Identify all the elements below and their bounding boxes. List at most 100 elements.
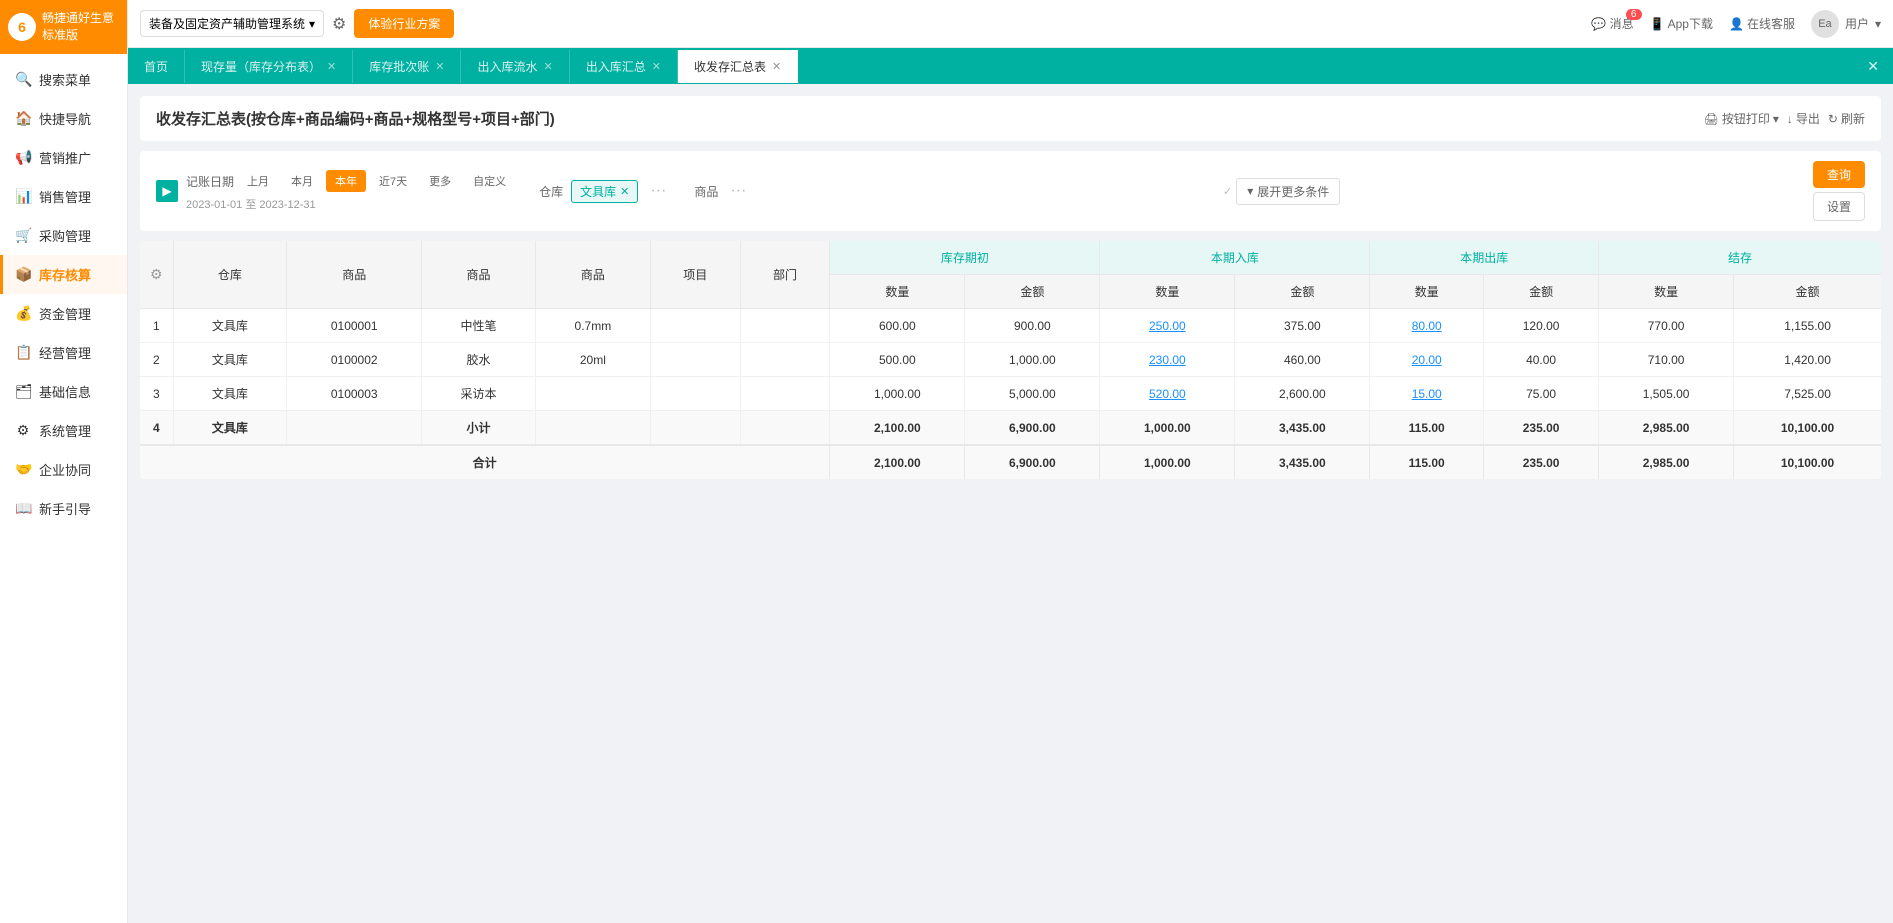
tab-flow[interactable]: 出入库流水 ✕	[461, 50, 569, 83]
filter-collapse-btn[interactable]: ▶	[156, 180, 178, 202]
table-cell: 1,000.00	[1100, 411, 1235, 446]
sidebar-item-guide[interactable]: 📖 新手引导	[0, 489, 127, 528]
table-cell	[740, 309, 830, 343]
page-title-bar: 收发存汇总表(按仓库+商品编码+商品+规格型号+项目+部门) 🖨 按钮打印 ▾ …	[140, 96, 1881, 141]
app-download[interactable]: 📱 App下载	[1650, 15, 1713, 32]
settings-button[interactable]: 设置	[1813, 192, 1865, 221]
date-btn-this-year[interactable]: 本年	[326, 170, 366, 192]
table-cell: 中性笔	[422, 309, 536, 343]
table-cell: 2,985.00	[1599, 411, 1734, 446]
table-cell	[650, 377, 740, 411]
table-cell[interactable]: 230.00	[1100, 343, 1235, 377]
sidebar-item-purchase[interactable]: 🛒 采购管理	[0, 216, 127, 255]
table-cell: 4	[140, 411, 173, 446]
table-cell: 胶水	[422, 343, 536, 377]
table-cell: 1,155.00	[1734, 309, 1881, 343]
table-cell: 0100001	[287, 309, 422, 343]
corp-icon: 🤝	[15, 461, 31, 478]
table-cell: 770.00	[1599, 309, 1734, 343]
tab-stock-dist[interactable]: 现存量（库存分布表） ✕	[185, 50, 353, 83]
th-end-qty: 数量	[1599, 275, 1734, 309]
table-cell[interactable]: 20.00	[1370, 343, 1484, 377]
tab-batch[interactable]: 库存批次账 ✕	[353, 50, 461, 83]
refresh-button[interactable]: ↻ 刷新	[1828, 110, 1865, 127]
th-out-amt: 金额	[1484, 275, 1599, 309]
footer-qty-end: 2,985.00	[1599, 445, 1734, 479]
table-cell[interactable]: 80.00	[1370, 309, 1484, 343]
warehouse-tag-remove[interactable]: ✕	[620, 185, 629, 198]
tab-summary[interactable]: 出入库汇总 ✕	[570, 50, 678, 83]
sidebar-item-operation[interactable]: 📋 经营管理	[0, 333, 127, 372]
sidebar-item-finance[interactable]: 💰 资金管理	[0, 294, 127, 333]
tab-close-summary[interactable]: ✕	[652, 60, 661, 73]
table-cell: 1	[140, 309, 173, 343]
tab-close-batch[interactable]: ✕	[435, 60, 444, 73]
data-table-wrap: ⚙ 仓库 商品 商品 商品 项目 部门 库存期初 本期入库 本期出库 结存 数量	[140, 241, 1881, 479]
notification-icon: 💬	[1591, 17, 1606, 31]
table-cell[interactable]: 15.00	[1370, 377, 1484, 411]
experience-button[interactable]: 体验行业方案	[354, 9, 454, 38]
purchase-icon: 🛒	[15, 227, 31, 244]
date-btn-last-month[interactable]: 上月	[238, 170, 278, 192]
table-cell: 采访本	[422, 377, 536, 411]
table-cell: 40.00	[1484, 343, 1599, 377]
warehouse-tag: 文具库 ✕	[571, 180, 638, 203]
th-gear[interactable]: ⚙	[140, 241, 173, 309]
sidebar-item-system[interactable]: ⚙ 系统管理	[0, 411, 127, 450]
marketing-icon: 📢	[15, 149, 31, 166]
tab-close-flow[interactable]: ✕	[544, 60, 553, 73]
table-cell	[650, 411, 740, 446]
goods-more-btn[interactable]: ···	[726, 182, 750, 200]
sidebar-item-marketing[interactable]: 📢 营销推广	[0, 138, 127, 177]
expand-check-icon: ✓	[1223, 185, 1232, 198]
sidebar-item-search[interactable]: 🔍 搜索菜单	[0, 60, 127, 99]
tab-close-stock-dist[interactable]: ✕	[327, 60, 336, 73]
table-cell: 3,435.00	[1235, 411, 1370, 446]
mobile-icon: 📱	[1650, 17, 1665, 31]
inventory-icon: 📦	[15, 266, 31, 283]
user-area[interactable]: Ea 用户 ▾	[1811, 10, 1881, 38]
table-cell[interactable]: 250.00	[1100, 309, 1235, 343]
logo-icon: 6	[8, 13, 36, 41]
table-body: 1文具库0100001中性笔0.7mm600.00900.00250.00375…	[140, 309, 1881, 446]
gear-icon[interactable]: ⚙	[332, 14, 346, 34]
footer-label: 合计	[140, 445, 830, 479]
export-button[interactable]: ↓ 导出	[1787, 110, 1820, 127]
date-filter: 记账日期 上月 本月 本年 近7天 更多 自定义 2023-01-01 至 20…	[186, 170, 515, 212]
sidebar-item-corp[interactable]: 🤝 企业协同	[0, 450, 127, 489]
table-cell: 120.00	[1484, 309, 1599, 343]
date-btn-this-month[interactable]: 本月	[282, 170, 322, 192]
table-cell: 900.00	[965, 309, 1100, 343]
tab-home[interactable]: 首页	[128, 50, 185, 83]
logo-text: 畅捷通好生意 标准版	[42, 10, 114, 44]
sidebar-item-sales[interactable]: 📊 销售管理	[0, 177, 127, 216]
table-cell	[287, 411, 422, 446]
tab-close-recv-send[interactable]: ✕	[772, 60, 781, 73]
th-out-qty: 数量	[1370, 275, 1484, 309]
column-settings-icon[interactable]: ⚙	[150, 266, 163, 282]
tab-recv-send[interactable]: 收发存汇总表 ✕	[678, 50, 798, 83]
operation-icon: 📋	[15, 344, 31, 361]
online-service[interactable]: 👤 在线客服	[1729, 15, 1795, 32]
table-cell: 75.00	[1484, 377, 1599, 411]
sidebar-item-inventory[interactable]: 📦 库存核算	[0, 255, 127, 294]
table-cell[interactable]: 520.00	[1100, 377, 1235, 411]
date-btn-7days[interactable]: 近7天	[370, 170, 416, 192]
warehouse-more-btn[interactable]: ···	[646, 182, 670, 200]
sidebar-item-basic[interactable]: 🗂 基础信息	[0, 372, 127, 411]
footer-amt-out: 235.00	[1484, 445, 1599, 479]
query-button[interactable]: 查询	[1813, 161, 1865, 188]
notification-wrap[interactable]: 💬 6 消息	[1591, 15, 1633, 32]
table-cell: 文具库	[173, 411, 287, 446]
table-cell: 600.00	[830, 309, 965, 343]
date-btn-custom[interactable]: 自定义	[464, 170, 515, 192]
expand-more-btn[interactable]: ▾ 展开更多条件	[1236, 178, 1340, 205]
date-btn-more[interactable]: 更多	[420, 170, 460, 192]
print-button[interactable]: 🖨 按钮打印 ▾	[1704, 110, 1779, 127]
sidebar-item-quicknav[interactable]: 🏠 快捷导航	[0, 99, 127, 138]
system-select[interactable]: 装备及固定资产辅助管理系统 ▾	[140, 10, 324, 37]
search-icon: 🔍	[15, 71, 31, 88]
sidebar-logo: 6 畅捷通好生意 标准版	[0, 0, 127, 54]
tab-bar-close-all[interactable]: ✕	[1853, 50, 1893, 83]
title-actions: 🖨 按钮打印 ▾ ↓ 导出 ↻ 刷新	[1704, 110, 1865, 127]
